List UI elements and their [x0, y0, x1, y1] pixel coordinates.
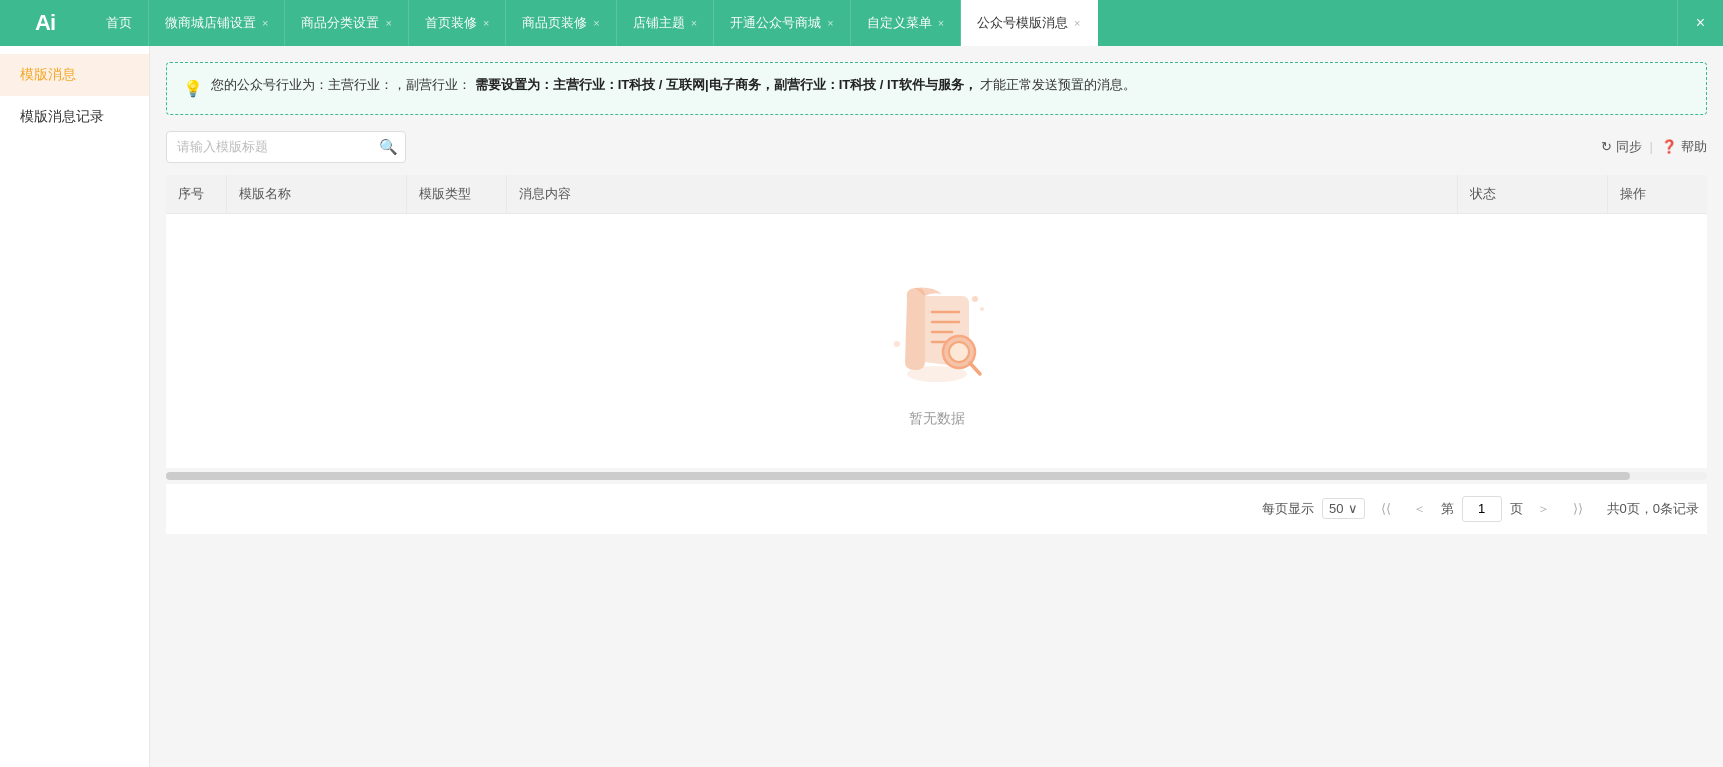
search-right: ↻ 同步 | ❓ 帮助: [1601, 138, 1707, 156]
tab-item[interactable]: 商品页装修×: [506, 0, 616, 46]
empty-row: 暂无数据: [166, 213, 1707, 468]
prev-page-button[interactable]: ＜: [1407, 496, 1433, 522]
tab-close-icon[interactable]: ×: [262, 17, 268, 29]
notice-banner: 💡 您的公众号行业为：主营行业：，副营行业： 需要设置为：主营行业：IT科技 /…: [166, 62, 1707, 115]
tab-close-icon[interactable]: ×: [593, 17, 599, 29]
next-page-button[interactable]: ＞: [1531, 496, 1557, 522]
tab-close-icon[interactable]: ×: [691, 17, 697, 29]
notice-highlight: 需要设置为：主营行业：IT科技 / 互联网|电子商务，副营行业：IT科技 / I…: [475, 77, 977, 92]
help-icon: ❓: [1661, 139, 1677, 154]
divider: |: [1650, 139, 1653, 154]
top-navigation: Ai 首页微商城店铺设置×商品分类设置×首页装修×商品页装修×店铺主题×开通公众…: [0, 0, 1723, 46]
main-layout: 模版消息模版消息记录 💡 您的公众号行业为：主营行业：，副营行业： 需要设置为：…: [0, 46, 1723, 767]
last-page-button[interactable]: ⟩⟩: [1565, 496, 1591, 522]
empty-state: 暂无数据: [166, 214, 1707, 468]
table-header-row: 序号模版名称模版类型消息内容状态操作: [166, 175, 1707, 214]
page-label-before: 第: [1441, 500, 1454, 518]
sidebar-item[interactable]: 模版消息记录: [0, 96, 149, 138]
tab-item[interactable]: 首页装修×: [409, 0, 506, 46]
lightbulb-icon: 💡: [183, 76, 203, 102]
tab-close-icon[interactable]: ×: [1074, 17, 1080, 29]
table-column-header: 消息内容: [506, 175, 1457, 214]
tab-close-icon[interactable]: ×: [483, 17, 489, 29]
page-label-after: 页: [1510, 500, 1523, 518]
search-input-wrapper: 🔍: [166, 131, 406, 163]
page-size-label: 每页显示: [1262, 500, 1314, 518]
brand-logo: Ai: [0, 0, 90, 46]
search-left: 🔍: [166, 131, 406, 163]
chevron-down-icon: ∨: [1348, 501, 1358, 516]
search-bar: 🔍 ↻ 同步 | ❓ 帮助: [166, 131, 1707, 163]
page-size-select[interactable]: 50 ∨: [1322, 498, 1364, 519]
global-close-button[interactable]: ×: [1677, 0, 1723, 46]
empty-text: 暂无数据: [909, 410, 965, 428]
tab-item[interactable]: 店铺主题×: [617, 0, 714, 46]
tab-item[interactable]: 首页: [90, 0, 149, 46]
page-size-value: 50: [1329, 501, 1343, 516]
sync-button[interactable]: ↻ 同步: [1601, 138, 1642, 156]
help-button[interactable]: ❓ 帮助: [1661, 138, 1707, 156]
scrollbar-track[interactable]: [166, 472, 1707, 480]
tab-item[interactable]: 自定义菜单×: [851, 0, 961, 46]
svg-point-8: [972, 296, 978, 302]
search-input[interactable]: [166, 131, 406, 163]
scrollbar-thumb[interactable]: [166, 472, 1630, 480]
svg-point-6: [949, 342, 969, 362]
table-column-header: 模版类型: [406, 175, 506, 214]
tab-list: 首页微商城店铺设置×商品分类设置×首页装修×商品页装修×店铺主题×开通公众号商城…: [90, 0, 1677, 46]
table-column-header: 操作: [1607, 175, 1707, 214]
sidebar: 模版消息模版消息记录: [0, 46, 150, 767]
svg-point-9: [980, 307, 984, 311]
svg-point-10: [894, 341, 900, 347]
sync-icon: ↻: [1601, 139, 1612, 154]
table-body: 暂无数据: [166, 213, 1707, 468]
sidebar-item[interactable]: 模版消息: [0, 54, 149, 96]
table-column-header: 序号: [166, 175, 226, 214]
notice-text: 您的公众号行业为：主营行业：，副营行业： 需要设置为：主营行业：IT科技 / 互…: [211, 75, 1136, 96]
tab-close-icon[interactable]: ×: [938, 17, 944, 29]
tab-item[interactable]: 微商城店铺设置×: [149, 0, 285, 46]
main-content: 💡 您的公众号行业为：主营行业：，副营行业： 需要设置为：主营行业：IT科技 /…: [150, 46, 1723, 767]
tab-close-icon[interactable]: ×: [827, 17, 833, 29]
pagination: 每页显示 50 ∨ ⟨⟨ ＜ 第 页 ＞ ⟩⟩ 共0页，0条记录: [166, 484, 1707, 534]
tab-item[interactable]: 商品分类设置×: [285, 0, 408, 46]
first-page-button[interactable]: ⟨⟨: [1373, 496, 1399, 522]
total-label: 共0页，0条记录: [1607, 500, 1699, 518]
svg-line-7: [970, 363, 980, 374]
table-header: 序号模版名称模版类型消息内容状态操作: [166, 175, 1707, 214]
tab-item[interactable]: 开通公众号商城×: [714, 0, 850, 46]
empty-illustration: [877, 274, 997, 394]
search-button[interactable]: 🔍: [379, 138, 398, 156]
tab-item[interactable]: 公众号模版消息×: [961, 0, 1097, 46]
page-input[interactable]: [1462, 496, 1502, 522]
data-table: 序号模版名称模版类型消息内容状态操作: [166, 175, 1707, 468]
table-column-header: 模版名称: [226, 175, 406, 214]
table-column-header: 状态: [1457, 175, 1607, 214]
tab-close-icon[interactable]: ×: [385, 17, 391, 29]
